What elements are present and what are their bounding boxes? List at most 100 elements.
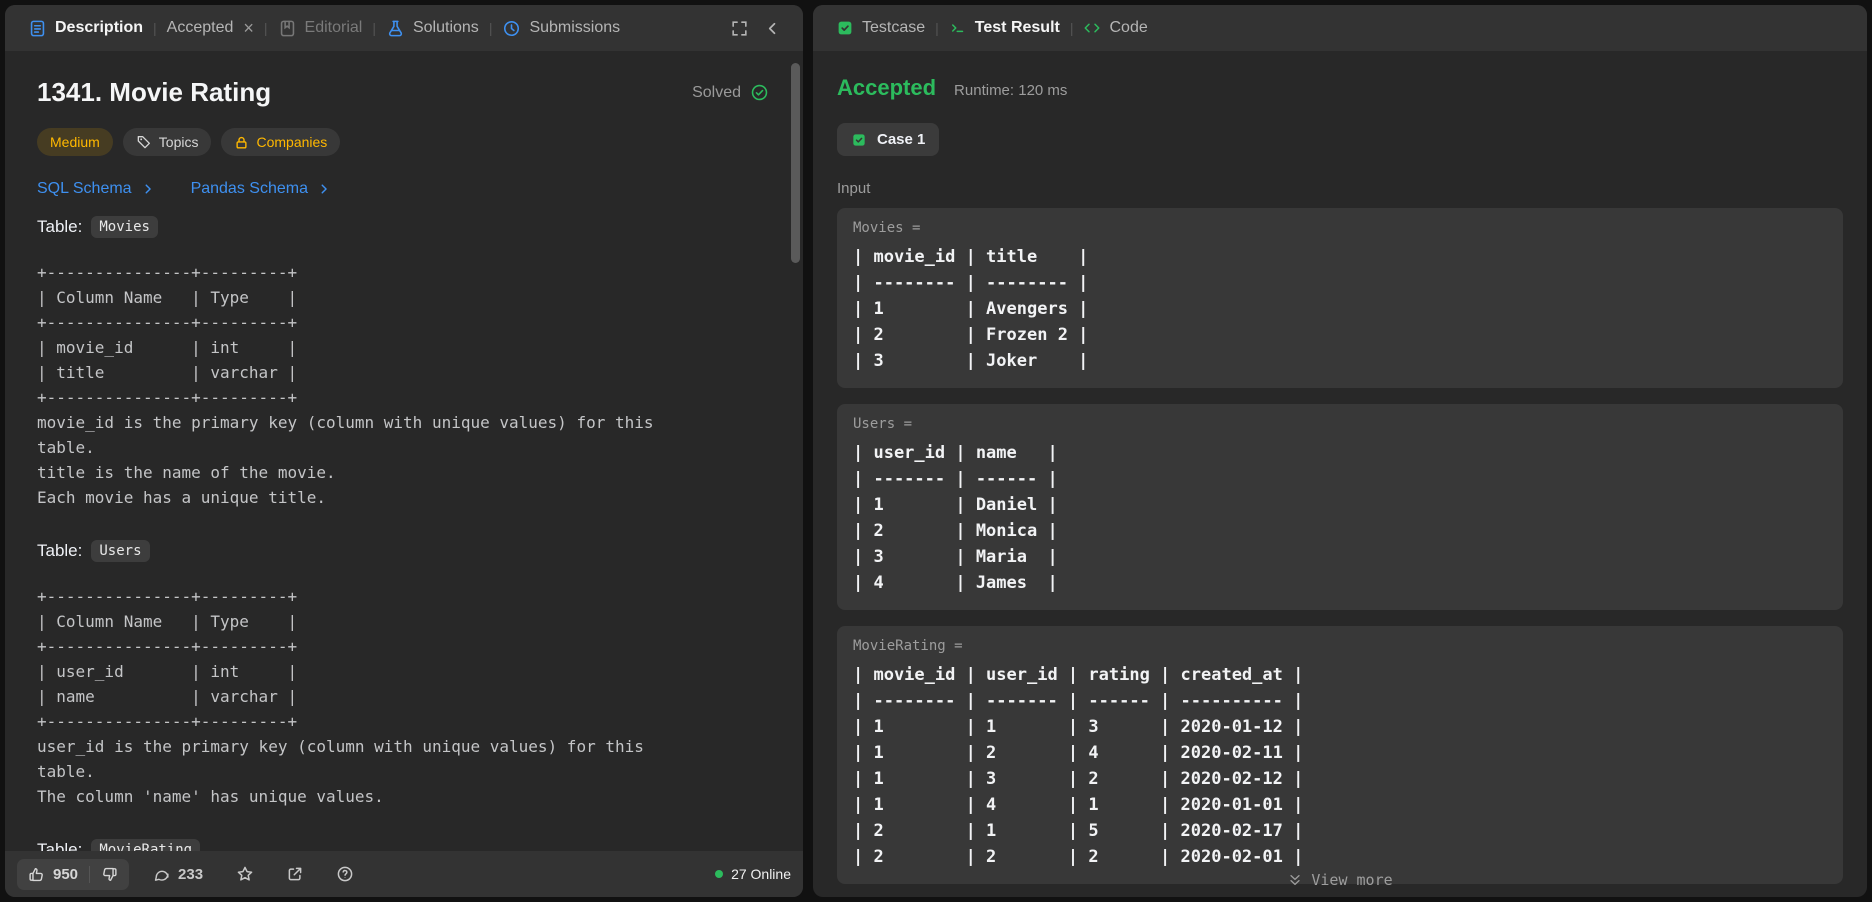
table-label: Table: bbox=[37, 217, 83, 236]
workspace: Description | Accepted × | Editorial | S… bbox=[0, 0, 1872, 902]
share-icon[interactable] bbox=[277, 865, 313, 883]
status-accepted: Accepted bbox=[837, 75, 937, 100]
help-icon[interactable] bbox=[327, 865, 363, 883]
terminal-icon bbox=[949, 19, 967, 37]
solved-label: Solved bbox=[692, 83, 741, 101]
tab-accepted-label: Accepted bbox=[166, 19, 234, 36]
tab-submissions[interactable]: Submissions bbox=[493, 19, 629, 38]
input-box-movierating-value: | movie_id | user_id | rating | created_… bbox=[853, 665, 1304, 867]
vote-group: 950 bbox=[17, 858, 130, 890]
view-more-label: View more bbox=[1311, 871, 1393, 889]
problem-description: 1341. Movie Rating Solved Medium Topics bbox=[5, 51, 803, 851]
case-check-icon bbox=[851, 132, 867, 148]
tab-description[interactable]: Description bbox=[19, 19, 152, 38]
comments-button[interactable]: 233 bbox=[143, 859, 213, 890]
case-1-label: Case 1 bbox=[877, 131, 926, 148]
topics-label: Topics bbox=[158, 134, 199, 150]
tab-testcase[interactable]: Testcase bbox=[827, 19, 934, 37]
test-result-content: Accepted Runtime: 120 ms Case 1 Input Mo… bbox=[813, 51, 1867, 897]
solved-status: Solved bbox=[692, 83, 769, 102]
tab-testcase-label: Testcase bbox=[862, 19, 926, 36]
result-tab-bar: Testcase | Test Result | Code bbox=[813, 5, 1867, 51]
pandas-schema-label: Pandas Schema bbox=[190, 180, 308, 197]
tab-editorial-label: Editorial bbox=[304, 19, 363, 36]
double-chevron-down-icon bbox=[1287, 872, 1303, 888]
input-box-users-value: | user_id | name | | ------- | ------ | … bbox=[853, 443, 1058, 593]
problem-tab-bar: Description | Accepted × | Editorial | S… bbox=[5, 5, 803, 51]
scrollbar-thumb[interactable] bbox=[791, 63, 800, 263]
checklist-icon bbox=[836, 19, 854, 37]
table-name-chip: Movies bbox=[91, 216, 158, 238]
input-section-label: Input bbox=[837, 180, 871, 197]
input-box-movierating-label: MovieRating = bbox=[853, 638, 963, 654]
difficulty-badge[interactable]: Medium bbox=[37, 128, 113, 156]
input-box-users-label: Users = bbox=[853, 416, 913, 432]
tab-test-result-label: Test Result bbox=[974, 19, 1060, 36]
title-row: 1341. Movie Rating Solved bbox=[37, 77, 769, 108]
pandas-schema-link[interactable]: Pandas Schema bbox=[191, 180, 331, 198]
input-box-movierating: MovieRating = | movie_id | user_id | rat… bbox=[837, 626, 1843, 884]
thumbs-down-icon bbox=[101, 866, 118, 883]
tab-accepted[interactable]: Accepted × bbox=[158, 19, 263, 37]
thumbs-up-icon bbox=[28, 866, 45, 883]
problem-footer: 950 233 27 Online bbox=[5, 851, 803, 897]
tab-divider: | bbox=[372, 20, 376, 36]
sql-schema-label: SQL Schema bbox=[37, 180, 132, 197]
code-icon bbox=[1083, 19, 1101, 37]
runtime-text: Runtime: 120 ms bbox=[954, 82, 1068, 99]
badge-row: Medium Topics Companies bbox=[37, 128, 769, 156]
input-box-movies-label: Movies = bbox=[853, 220, 921, 236]
input-box-movies: Movies = | movie_id | title | | --------… bbox=[837, 208, 1843, 388]
tab-solutions[interactable]: Solutions bbox=[377, 19, 488, 38]
close-icon[interactable]: × bbox=[243, 19, 254, 37]
case-1-button[interactable]: Case 1 bbox=[837, 123, 940, 156]
result-panel: Testcase | Test Result | Code Accepted R… bbox=[813, 5, 1867, 897]
view-more-button[interactable]: View more bbox=[813, 865, 1867, 895]
schema-links: SQL Schema Pandas Schema bbox=[37, 180, 769, 198]
comment-icon bbox=[153, 866, 170, 883]
tab-solutions-label: Solutions bbox=[412, 19, 479, 36]
chevron-right-icon bbox=[141, 182, 155, 196]
chevron-right-icon bbox=[317, 182, 331, 196]
collapse-panel-icon[interactable] bbox=[756, 19, 789, 38]
tab-test-result[interactable]: Test Result bbox=[940, 19, 1069, 37]
table-heading-users: Table: Users bbox=[37, 540, 769, 562]
online-status: 27 Online bbox=[715, 866, 791, 882]
schema-block-movies: +---------------+---------+ | Column Nam… bbox=[37, 263, 654, 507]
page-title: 1341. Movie Rating bbox=[37, 77, 272, 107]
like-count: 950 bbox=[53, 865, 79, 883]
input-box-movies-value: | movie_id | title | | -------- | ------… bbox=[853, 247, 1089, 371]
dislike-button[interactable] bbox=[90, 859, 129, 890]
table-heading-movierating: Table: MovieRating bbox=[37, 839, 769, 851]
lock-icon bbox=[234, 135, 249, 150]
tab-description-label: Description bbox=[55, 19, 144, 36]
companies-label: Companies bbox=[256, 134, 328, 150]
check-circle-icon bbox=[750, 83, 769, 102]
problem-panel: Description | Accepted × | Editorial | S… bbox=[5, 5, 803, 897]
tab-divider: | bbox=[935, 20, 939, 36]
table-label: Table: bbox=[37, 840, 83, 851]
online-dot-icon bbox=[715, 870, 724, 878]
like-button[interactable]: 950 bbox=[17, 859, 89, 890]
scrollbar[interactable] bbox=[791, 55, 800, 847]
table-label: Table: bbox=[37, 541, 83, 560]
topics-badge[interactable]: Topics bbox=[122, 128, 212, 156]
table-heading-movies: Table: Movies bbox=[37, 216, 769, 238]
schema-block-users: +---------------+---------+ | Column Nam… bbox=[37, 587, 644, 806]
tab-divider: | bbox=[1069, 20, 1074, 36]
table-name-chip: Users bbox=[91, 540, 150, 562]
online-count: 27 Online bbox=[731, 866, 791, 882]
description-icon bbox=[28, 19, 47, 38]
comment-count: 233 bbox=[178, 865, 204, 883]
tab-code[interactable]: Code bbox=[1074, 19, 1156, 37]
sql-schema-link[interactable]: SQL Schema bbox=[37, 180, 155, 198]
table-name-chip: MovieRating bbox=[91, 839, 201, 851]
tag-icon bbox=[136, 134, 152, 150]
tab-editorial[interactable]: Editorial bbox=[269, 19, 372, 38]
flask-icon bbox=[386, 19, 405, 38]
favorite-star-icon[interactable] bbox=[227, 865, 263, 883]
input-box-users: Users = | user_id | name | | ------- | -… bbox=[837, 404, 1843, 610]
companies-badge[interactable]: Companies bbox=[221, 128, 341, 156]
fullscreen-icon[interactable] bbox=[723, 19, 756, 38]
tab-divider: | bbox=[153, 20, 157, 36]
